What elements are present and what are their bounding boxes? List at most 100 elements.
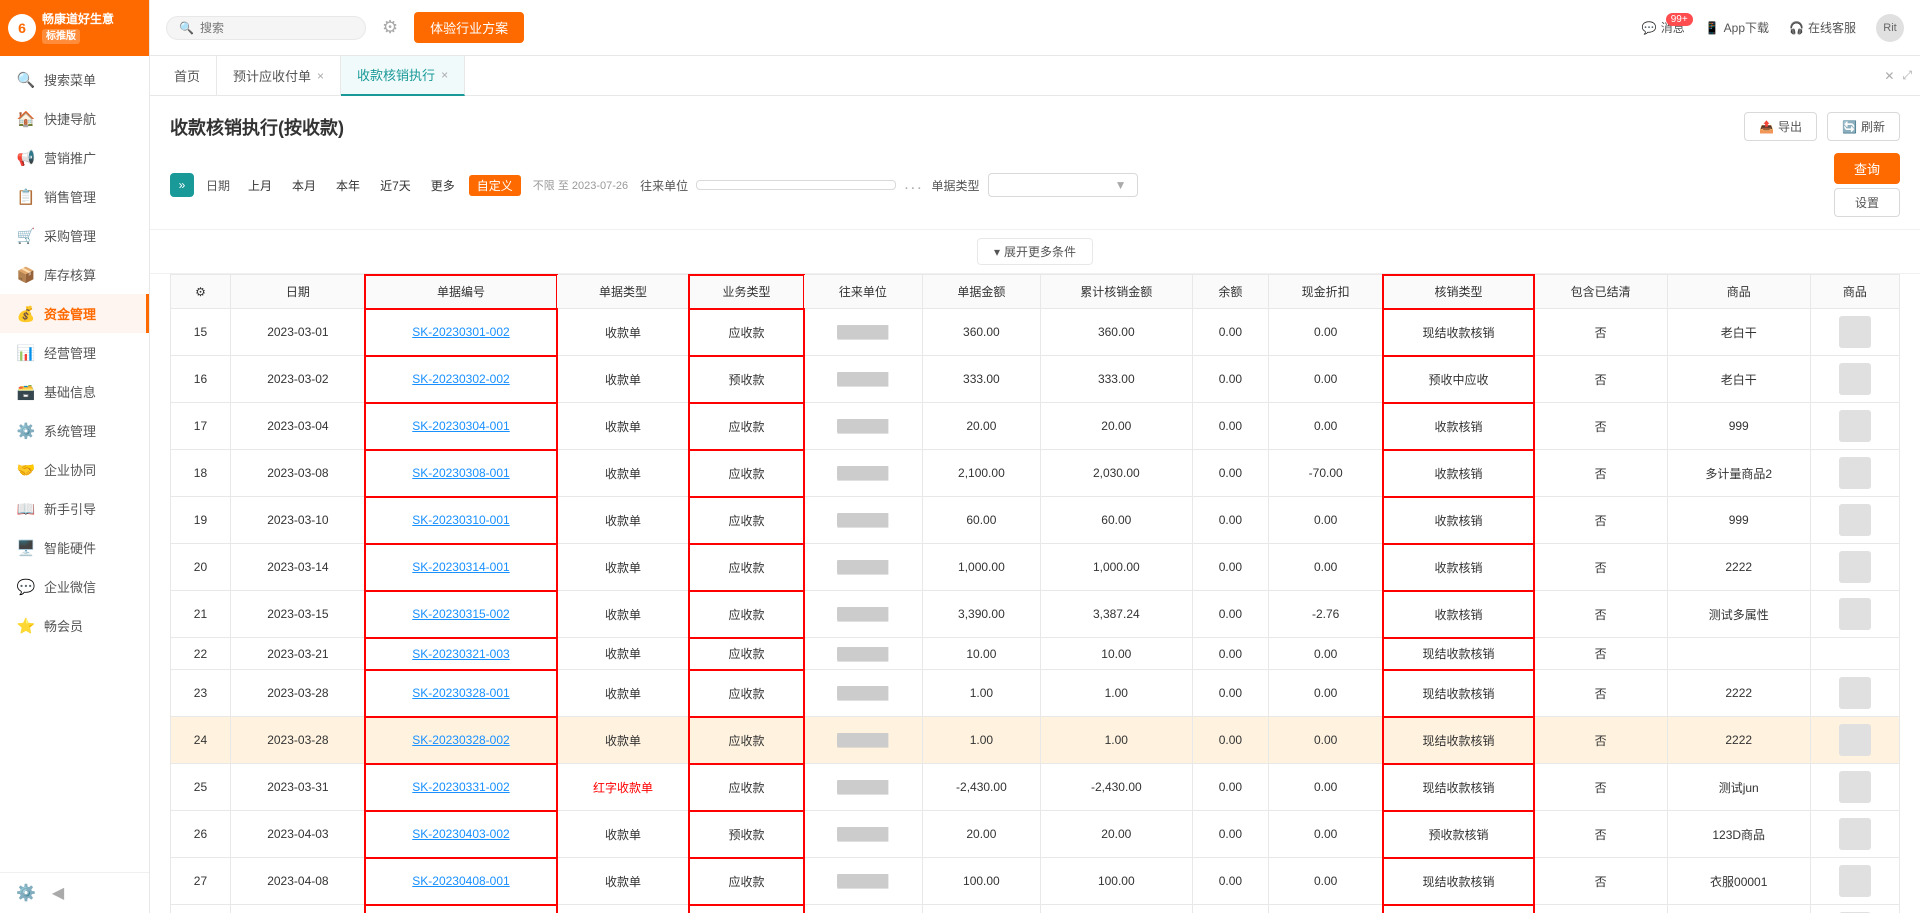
sidebar-label-enterprise: 企业协同: [44, 460, 96, 479]
sidebar-item-search[interactable]: 🔍搜索菜单: [0, 60, 149, 99]
sidebar-icon-basic: 🗃️: [16, 383, 36, 401]
tab-close-collection-exec[interactable]: ×: [441, 68, 448, 82]
voucher-link[interactable]: SK-20230308-001: [412, 466, 509, 480]
table-scroll[interactable]: ⚙日期单据编号单据类型业务类型往来单位单据金额累计核销金额余额现金折扣核销类型包…: [170, 274, 1900, 913]
cell-goods-img: [1810, 858, 1899, 905]
cell-voucher-no[interactable]: SK-20230403-002: [365, 811, 556, 858]
cell-voucher-no[interactable]: SK-20230328-001: [365, 670, 556, 717]
cell-goods: 测试jun: [1667, 764, 1810, 811]
cell-include-settled: 否: [1534, 403, 1667, 450]
sidebar-item-finance[interactable]: 💰资金管理: [0, 294, 149, 333]
voucher-link[interactable]: SK-20230331-002: [412, 780, 509, 794]
sidebar-item-basic[interactable]: 🗃️基础信息: [0, 372, 149, 411]
sidebar-item-hardware[interactable]: 🖥️智能硬件: [0, 528, 149, 567]
search-input[interactable]: [200, 21, 340, 35]
cell-voucher-no[interactable]: SK-20230302-002: [365, 356, 556, 403]
voucher-link[interactable]: SK-20230302-002: [412, 372, 509, 386]
cell-voucher-no[interactable]: SK-20230314-001: [365, 544, 556, 591]
cell-voucher-no[interactable]: SK-20230315-002: [365, 591, 556, 638]
voucher-link[interactable]: SK-20230315-002: [412, 607, 509, 621]
cell-voucher-no[interactable]: SK-20230310-001: [365, 497, 556, 544]
expand-more-btn[interactable]: ▾ 展开更多条件: [977, 238, 1093, 265]
tab-home[interactable]: 首页: [158, 56, 217, 96]
message-btn[interactable]: 💬 消息 99+: [1642, 19, 1685, 36]
voucher-link[interactable]: SK-20230408-001: [412, 874, 509, 888]
sidebar-item-system[interactable]: ⚙️系统管理: [0, 411, 149, 450]
voucher-link[interactable]: SK-20230301-002: [412, 325, 509, 339]
cell-voucher-no[interactable]: SK-20230304-001: [365, 403, 556, 450]
date-this-year[interactable]: 本年: [330, 175, 366, 196]
voucher-link[interactable]: SK-20230328-001: [412, 686, 509, 700]
voucher-link[interactable]: SK-20230403-002: [412, 827, 509, 841]
cell-voucher-no[interactable]: SK-20230321-003: [365, 638, 556, 670]
cell-balance: 0.00: [1192, 638, 1269, 670]
sidebar-item-enterprise[interactable]: 🤝企业协同: [0, 450, 149, 489]
sidebar-item-member[interactable]: ⭐畅会员: [0, 606, 149, 645]
cell-biz-type: 预收款: [689, 356, 803, 403]
tab-collection-exec[interactable]: 收款核销执行×: [341, 56, 465, 96]
voucher-link[interactable]: SK-20230310-001: [412, 513, 509, 527]
settings-footer-icon[interactable]: ⚙️: [16, 883, 36, 903]
search-bar[interactable]: 🔍: [166, 16, 366, 40]
online-service-btn[interactable]: 🎧 在线客服: [1789, 19, 1856, 36]
export-btn[interactable]: 📤 导出: [1744, 112, 1817, 141]
voucher-link[interactable]: SK-20230321-003: [412, 647, 509, 661]
query-btn[interactable]: 查询: [1834, 153, 1900, 184]
cell-unit: ██████: [804, 858, 923, 905]
cell-voucher-no[interactable]: SK-20230301-002: [365, 309, 556, 356]
date-7days[interactable]: 近7天: [374, 175, 417, 196]
app-download-btn[interactable]: 📱 App下载: [1705, 19, 1769, 36]
sidebar-item-marketing[interactable]: 📢营销推广: [0, 138, 149, 177]
sidebar-icon-search: 🔍: [16, 71, 36, 89]
cell-voucher-no[interactable]: SK-20230328-002: [365, 717, 556, 764]
sidebar-item-sales[interactable]: 📋销售管理: [0, 177, 149, 216]
tab-close-pending-payment[interactable]: ×: [317, 69, 324, 83]
cell-unit: ██████: [804, 544, 923, 591]
expand-tab-icon[interactable]: ⤢: [1902, 68, 1912, 83]
cell-voucher-no[interactable]: SK-20230308-001: [365, 450, 556, 497]
voucher-link[interactable]: SK-20230328-002: [412, 733, 509, 747]
cell-balance: 0.00: [1192, 858, 1269, 905]
date-this-month[interactable]: 本月: [286, 175, 322, 196]
cell-goods-img: [1810, 356, 1899, 403]
cell-amount: -2,430.00: [922, 764, 1040, 811]
cell-unit: ██████: [804, 591, 923, 638]
solution-btn[interactable]: 体验行业方案: [414, 12, 524, 43]
sidebar-item-operation[interactable]: 📊经营管理: [0, 333, 149, 372]
date-more[interactable]: 更多: [425, 175, 461, 196]
cell-voucher-no[interactable]: SK-20230408-001: [365, 858, 556, 905]
close-all-icon[interactable]: ✕: [1884, 69, 1894, 83]
filter-expand-btn[interactable]: »: [170, 173, 194, 197]
cell-include-settled: 否: [1534, 450, 1667, 497]
sidebar-item-wechat[interactable]: 💬企业微信: [0, 567, 149, 606]
tab-label-pending-payment: 预计应收付单: [233, 66, 311, 85]
cell-include-settled: 否: [1534, 591, 1667, 638]
refresh-btn[interactable]: 🔄 刷新: [1827, 112, 1900, 141]
filter-unit-section: 往来单位 ... 单据类型 ▼: [640, 173, 1822, 197]
date-last-month[interactable]: 上月: [242, 175, 278, 196]
filter-settings-btn[interactable]: 设置: [1834, 188, 1900, 217]
voucher-link[interactable]: SK-20230304-001: [412, 419, 509, 433]
date-custom[interactable]: 自定义: [469, 175, 521, 196]
cell-voucher-no[interactable]: SK-20230331-002: [365, 764, 556, 811]
sidebar-item-quick-nav[interactable]: 🏠快捷导航: [0, 99, 149, 138]
cell-verified-amount: 333.00: [1041, 356, 1193, 403]
cell-no: 24: [171, 717, 231, 764]
cell-include-settled: 否: [1534, 356, 1667, 403]
sidebar-label-guide: 新手引导: [44, 499, 96, 518]
cell-voucher-no[interactable]: SK-20230418-001: [365, 905, 556, 913]
sidebar-item-inventory[interactable]: 📦库存核算: [0, 255, 149, 294]
collapse-icon[interactable]: ◀: [52, 883, 64, 903]
unit-input[interactable]: [696, 180, 896, 190]
topbar-settings-icon[interactable]: ⚙: [382, 17, 398, 38]
user-avatar[interactable]: Rit: [1876, 14, 1904, 42]
cell-date: 2023-04-03: [230, 811, 365, 858]
voucher-type-select[interactable]: ▼: [988, 173, 1138, 197]
sidebar-item-purchase[interactable]: 🛒采购管理: [0, 216, 149, 255]
cell-verified-amount: 1.00: [1041, 717, 1193, 764]
sidebar-item-guide[interactable]: 📖新手引导: [0, 489, 149, 528]
col-header-gear[interactable]: ⚙: [171, 275, 231, 309]
tab-pending-payment[interactable]: 预计应收付单 ×: [217, 56, 341, 96]
date-range-display: 不限 至 2023-07-26: [533, 177, 628, 193]
voucher-link[interactable]: SK-20230314-001: [412, 560, 509, 574]
